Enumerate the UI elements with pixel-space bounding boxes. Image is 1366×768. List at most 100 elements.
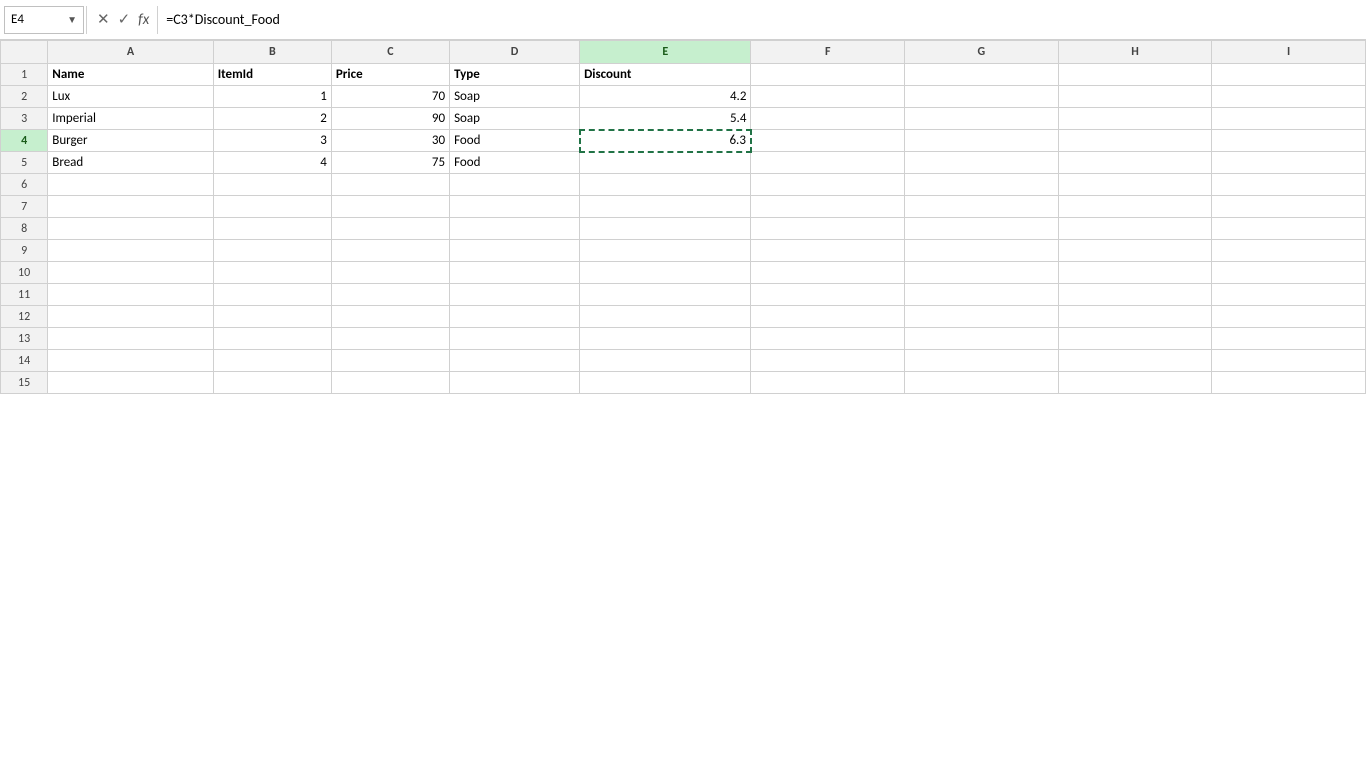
cell-D3[interactable]: Soap [450,108,580,130]
cell-I5[interactable] [1212,152,1366,174]
cell-H10[interactable] [1058,262,1212,284]
cell-F8[interactable] [751,218,905,240]
cell-A7[interactable] [48,196,213,218]
cell-I1[interactable] [1212,64,1366,86]
cell-F10[interactable] [751,262,905,284]
cell-D11[interactable] [450,284,580,306]
cell-F14[interactable] [751,350,905,372]
col-header-G[interactable]: G [905,41,1059,64]
row-header-5[interactable]: 5 [1,152,48,174]
row-header-2[interactable]: 2 [1,86,48,108]
cell-I9[interactable] [1212,240,1366,262]
cell-H11[interactable] [1058,284,1212,306]
cell-B8[interactable] [213,218,331,240]
cell-H5[interactable] [1058,152,1212,174]
cell-A4[interactable]: Burger [48,130,213,152]
cell-I11[interactable] [1212,284,1366,306]
cell-E2[interactable]: 4.2 [580,86,751,108]
cell-G5[interactable] [905,152,1059,174]
cell-H2[interactable] [1058,86,1212,108]
cell-I15[interactable] [1212,372,1366,394]
cell-I3[interactable] [1212,108,1366,130]
cell-A11[interactable] [48,284,213,306]
cell-F6[interactable] [751,174,905,196]
formula-input[interactable] [158,6,1362,34]
row-header-15[interactable]: 15 [1,372,48,394]
cell-B14[interactable] [213,350,331,372]
cell-C5[interactable]: 75 [331,152,449,174]
cell-F13[interactable] [751,328,905,350]
cell-F9[interactable] [751,240,905,262]
cell-G13[interactable] [905,328,1059,350]
cell-A6[interactable] [48,174,213,196]
cell-A2[interactable]: Lux [48,86,213,108]
cell-C11[interactable] [331,284,449,306]
cell-H6[interactable] [1058,174,1212,196]
cell-I13[interactable] [1212,328,1366,350]
row-header-8[interactable]: 8 [1,218,48,240]
cell-B5[interactable]: 4 [213,152,331,174]
cell-G9[interactable] [905,240,1059,262]
cell-F15[interactable] [751,372,905,394]
cell-B4[interactable]: 3 [213,130,331,152]
cell-C3[interactable]: 90 [331,108,449,130]
cell-I2[interactable] [1212,86,1366,108]
cell-G8[interactable] [905,218,1059,240]
cell-C12[interactable] [331,306,449,328]
cell-D13[interactable] [450,328,580,350]
row-header-7[interactable]: 7 [1,196,48,218]
cell-A1[interactable]: Name [48,64,213,86]
row-header-1[interactable]: 1 [1,64,48,86]
cell-G7[interactable] [905,196,1059,218]
cell-A9[interactable] [48,240,213,262]
row-header-4[interactable]: 4 [1,130,48,152]
cell-E5[interactable] [580,152,751,174]
cell-ref-dropdown-icon[interactable]: ▼ [67,13,77,26]
cell-H3[interactable] [1058,108,1212,130]
cell-G4[interactable] [905,130,1059,152]
cell-D10[interactable] [450,262,580,284]
cell-A14[interactable] [48,350,213,372]
cell-G15[interactable] [905,372,1059,394]
cell-C7[interactable] [331,196,449,218]
cell-E6[interactable] [580,174,751,196]
cell-I10[interactable] [1212,262,1366,284]
cell-I6[interactable] [1212,174,1366,196]
cell-B6[interactable] [213,174,331,196]
cell-A13[interactable] [48,328,213,350]
cell-I4[interactable] [1212,130,1366,152]
cell-H9[interactable] [1058,240,1212,262]
cell-E3[interactable]: 5.4 [580,108,751,130]
row-header-14[interactable]: 14 [1,350,48,372]
row-header-12[interactable]: 12 [1,306,48,328]
cell-E8[interactable] [580,218,751,240]
confirm-icon[interactable]: ✓ [118,10,131,29]
cell-A15[interactable] [48,372,213,394]
cell-H1[interactable] [1058,64,1212,86]
fx-icon[interactable]: fx [138,11,149,29]
cell-C10[interactable] [331,262,449,284]
col-header-B[interactable]: B [213,41,331,64]
cell-A10[interactable] [48,262,213,284]
cell-A3[interactable]: Imperial [48,108,213,130]
row-header-3[interactable]: 3 [1,108,48,130]
cell-E10[interactable] [580,262,751,284]
cell-C1[interactable]: Price [331,64,449,86]
cell-C6[interactable] [331,174,449,196]
cell-F5[interactable] [751,152,905,174]
cell-E4[interactable]: 6.3 [580,130,751,152]
cell-D9[interactable] [450,240,580,262]
cell-G11[interactable] [905,284,1059,306]
col-header-D[interactable]: D [450,41,580,64]
cell-B10[interactable] [213,262,331,284]
cell-E14[interactable] [580,350,751,372]
cell-F1[interactable] [751,64,905,86]
cell-C4[interactable]: 30 [331,130,449,152]
cell-D4[interactable]: Food [450,130,580,152]
cell-G3[interactable] [905,108,1059,130]
cell-G1[interactable] [905,64,1059,86]
cell-D15[interactable] [450,372,580,394]
cell-G10[interactable] [905,262,1059,284]
cell-A5[interactable]: Bread [48,152,213,174]
cell-H4[interactable] [1058,130,1212,152]
